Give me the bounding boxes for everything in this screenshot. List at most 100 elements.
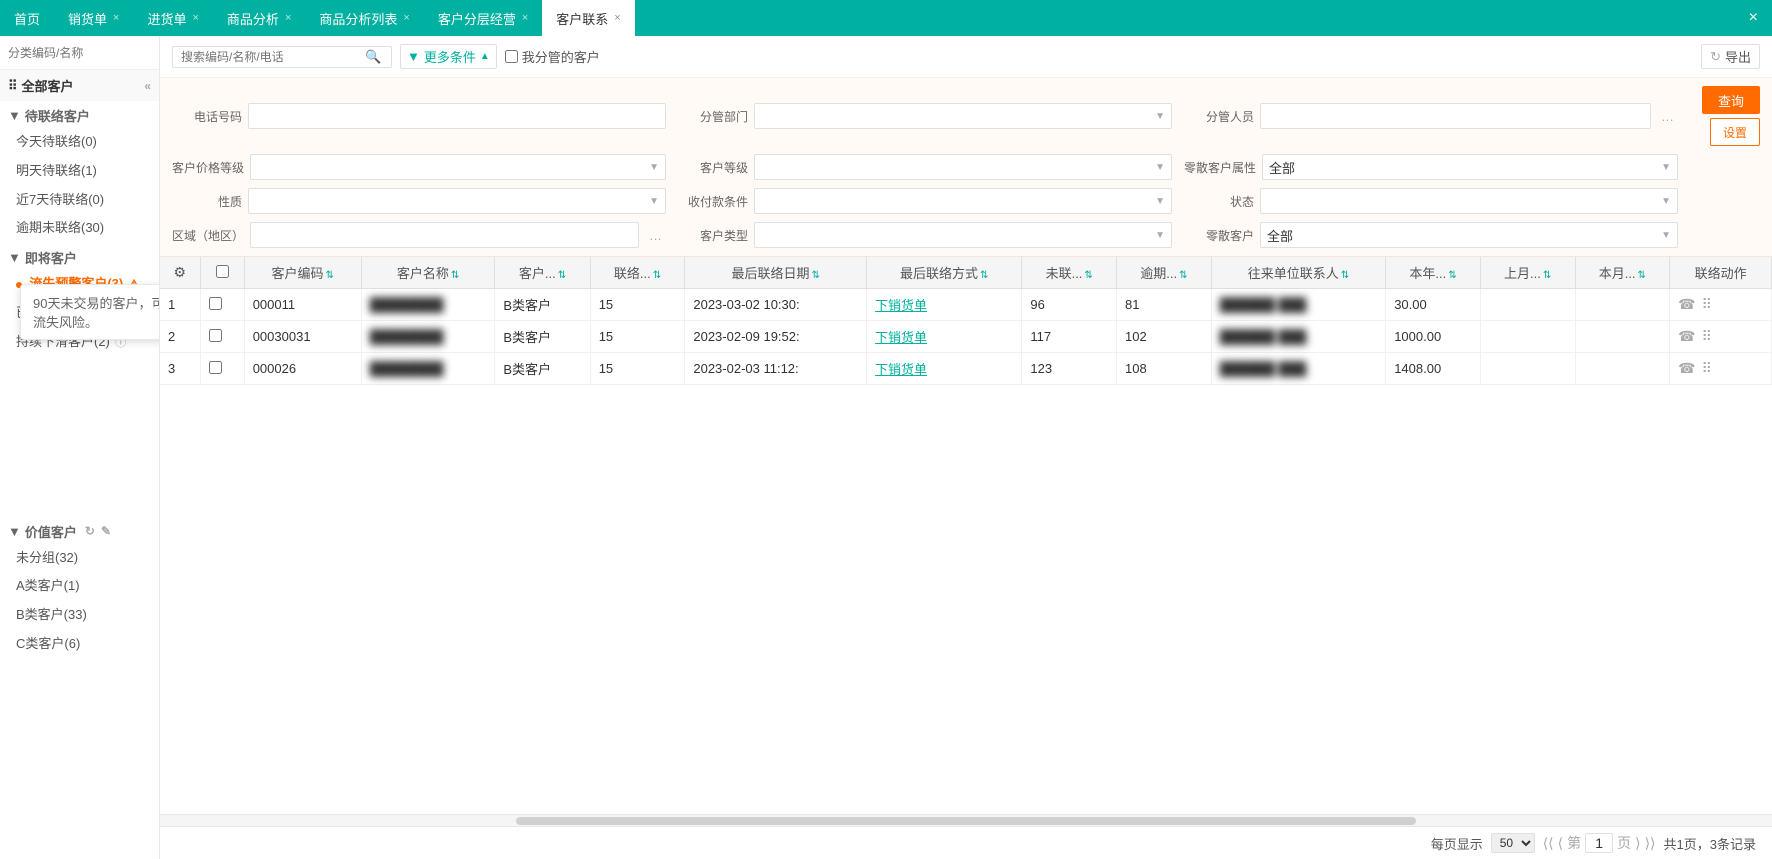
tab-customer-contact[interactable]: 客户联系 × [542, 0, 634, 36]
sidebar-item-class-a[interactable]: A类客户(1) [0, 572, 159, 601]
contact-icon[interactable]: ☎ [1678, 296, 1695, 313]
tab-sales[interactable]: 销货单 × [54, 0, 133, 36]
my-customers-input[interactable] [505, 50, 518, 63]
row-checkbox[interactable] [209, 297, 222, 310]
sort-icon-code[interactable]: ⇅ [326, 270, 334, 281]
cell-checkbox[interactable] [200, 353, 244, 385]
staff-more-btn[interactable]: … [1657, 107, 1678, 126]
cell-last-way[interactable]: 下销货单 [867, 321, 1022, 353]
payment-select[interactable]: ▼ [754, 188, 1172, 214]
setting-button[interactable]: 设置 [1710, 118, 1760, 146]
field-customer-level: 客户等级 ▼ [678, 154, 1172, 180]
customer-level-select[interactable]: ▼ [754, 154, 1172, 180]
last-way-link[interactable]: 下销货单 [875, 330, 927, 345]
refresh-icon[interactable]: ↻ [85, 524, 95, 538]
sidebar-item-overdue[interactable]: 逾期未联络(30) [0, 214, 159, 243]
sidebar-root[interactable]: ⠿ 全部客户 « [0, 70, 159, 101]
prev-page-btn[interactable]: ⟨ [1558, 835, 1563, 852]
customer-type-select[interactable]: ▼ [754, 222, 1172, 248]
churn-tooltip: 90天未交易的客户，可能有流失风险。 [20, 284, 160, 340]
sort-icon-way[interactable]: ⇅ [980, 270, 988, 281]
row-checkbox[interactable] [209, 329, 222, 342]
phone-input[interactable] [248, 103, 666, 129]
cell-last-way[interactable]: 下销货单 [867, 353, 1022, 385]
select-all-checkbox[interactable] [216, 265, 229, 278]
tab-purchase[interactable]: 进货单 × [133, 0, 212, 36]
th-no-contact: 未联...⇅ [1022, 257, 1117, 289]
contact-icon[interactable]: ☎ [1678, 328, 1695, 345]
zero-customer-select[interactable]: 全部 ▼ [1260, 222, 1678, 248]
tab-close-analysis-list[interactable]: × [403, 12, 409, 24]
sidebar-item-class-c[interactable]: C类客户(6) [0, 630, 159, 659]
last-page-btn[interactable]: ⟩⟩ [1645, 835, 1656, 852]
sort-icon-type[interactable]: ⇅ [558, 270, 566, 281]
tab-close-purchase[interactable]: × [192, 12, 198, 24]
per-page-select[interactable]: 50 [1491, 833, 1535, 853]
tab-customer-tier[interactable]: 客户分层经营 × [424, 0, 542, 36]
chevron-down-icon-level: ▼ [1155, 162, 1165, 173]
main-layout: 🔍 ⠿ 全部客户 « ▼ 待联络客户 今天待联络(0) 明天待联络(1) 近7天… [0, 36, 1772, 859]
tab-close-customer-tier[interactable]: × [522, 12, 528, 24]
horizontal-scrollbar[interactable] [516, 817, 1416, 825]
cell-name: ████████ [361, 289, 495, 321]
field-payment: 收付款条件 ▼ [678, 188, 1172, 214]
window-close-button[interactable]: × [1735, 9, 1772, 27]
th-settings-col[interactable]: ⚙ [160, 257, 200, 289]
tab-analysis-list[interactable]: 商品分析列表 × [305, 0, 423, 36]
tab-analysis[interactable]: 商品分析 × [213, 0, 305, 36]
filter-search-input[interactable] [181, 50, 361, 64]
cell-last-way[interactable]: 下销货单 [867, 289, 1022, 321]
more-action-icon[interactable]: ⠿ [1702, 328, 1712, 345]
sidebar-group-pending[interactable]: ▼ 待联络客户 [0, 101, 159, 128]
filter-search-icon[interactable]: 🔍 [365, 49, 381, 65]
next-page-btn[interactable]: ⟩ [1635, 835, 1640, 852]
status-select[interactable]: ▼ [1260, 188, 1678, 214]
sidebar-group-value[interactable]: ▼ 价值客户 ↻ ✎ [0, 517, 159, 544]
sidebar-item-7days[interactable]: 近7天待联络(0) [0, 186, 159, 215]
tab-close-analysis[interactable]: × [285, 12, 291, 24]
more-action-icon[interactable]: ⠿ [1702, 296, 1712, 313]
cell-checkbox[interactable] [200, 321, 244, 353]
first-page-btn[interactable]: ⟨⟨ [1543, 835, 1554, 852]
tab-home[interactable]: 首页 [0, 0, 54, 36]
cell-checkbox[interactable] [200, 289, 244, 321]
sort-icon-year[interactable]: ⇅ [1448, 270, 1456, 281]
sort-icon-name[interactable]: ⇅ [451, 270, 459, 281]
sort-icon-date[interactable]: ⇅ [812, 270, 820, 281]
th-checkbox-col[interactable] [200, 257, 244, 289]
sort-icon-contact[interactable]: ⇅ [653, 270, 661, 281]
sidebar-item-today[interactable]: 今天待联络(0) [0, 128, 159, 157]
collapse-icon[interactable]: « [144, 79, 151, 93]
dept-select[interactable]: ▼ [754, 103, 1172, 129]
last-way-link[interactable]: 下销货单 [875, 362, 927, 377]
sidebar-item-ungrouped[interactable]: 未分组(32) [0, 544, 159, 573]
page-number[interactable]: 1 [1585, 833, 1613, 853]
sort-icon-lmonth[interactable]: ⇅ [1543, 270, 1551, 281]
settings-icon[interactable]: ⚙ [173, 264, 186, 280]
tab-close-customer-contact[interactable]: × [614, 12, 620, 24]
export-btn[interactable]: ↻ 导出 [1701, 44, 1760, 69]
tab-close-sales[interactable]: × [113, 12, 119, 24]
area-input[interactable] [250, 222, 639, 248]
edit-icon[interactable]: ✎ [101, 524, 111, 538]
staff-input[interactable] [1260, 103, 1651, 129]
sidebar-group-churn[interactable]: ▼ 即将客户 [0, 243, 159, 270]
more-action-icon[interactable]: ⠿ [1702, 360, 1712, 377]
gender-select[interactable]: ▼ [248, 188, 666, 214]
sidebar-search-input[interactable] [8, 46, 160, 60]
sort-icon-company[interactable]: ⇅ [1341, 270, 1349, 281]
my-customers-checkbox[interactable]: 我分管的客户 [505, 47, 600, 66]
sort-icon-no-contact[interactable]: ⇅ [1084, 270, 1092, 281]
contact-icon[interactable]: ☎ [1678, 360, 1695, 377]
sort-icon-overdue[interactable]: ⇅ [1179, 270, 1187, 281]
price-level-select[interactable]: ▼ [250, 154, 666, 180]
last-way-link[interactable]: 下销货单 [875, 298, 927, 313]
sort-icon-tmonth[interactable]: ⇅ [1638, 270, 1646, 281]
zero-attr-select[interactable]: 全部 ▼ [1262, 154, 1678, 180]
row-checkbox[interactable] [209, 361, 222, 374]
sidebar-item-tomorrow[interactable]: 明天待联络(1) [0, 157, 159, 186]
query-button[interactable]: 查询 [1702, 86, 1760, 114]
sidebar-item-class-b[interactable]: B类客户(33) [0, 601, 159, 630]
area-more-btn[interactable]: … [645, 226, 666, 245]
more-conditions-btn[interactable]: ▼ 更多条件 ▲ [400, 44, 497, 69]
